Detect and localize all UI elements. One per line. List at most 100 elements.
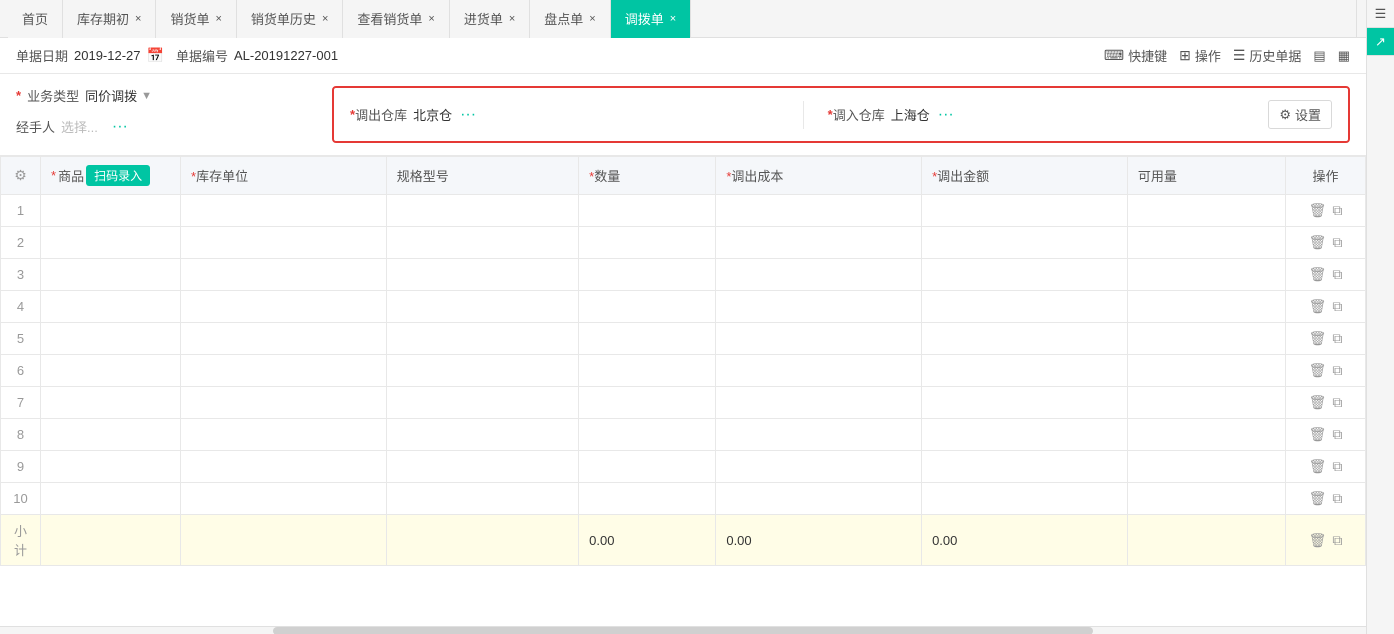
sidebar-export-icon[interactable]: ↗: [1367, 28, 1394, 56]
close-icon[interactable]: ×: [589, 13, 595, 25]
cell-goods[interactable]: [41, 195, 181, 227]
cell-goods[interactable]: [41, 419, 181, 451]
cell-qty[interactable]: [579, 483, 716, 515]
close-icon[interactable]: ×: [428, 13, 434, 25]
cell-qty[interactable]: [579, 387, 716, 419]
cell-amount[interactable]: [922, 291, 1128, 323]
cell-cost[interactable]: [716, 291, 922, 323]
delete-row-icon[interactable]: 🗑: [1309, 330, 1327, 347]
cell-spec[interactable]: [386, 387, 578, 419]
sidebar-list-icon[interactable]: ☰: [1367, 0, 1394, 28]
cell-goods[interactable]: [41, 387, 181, 419]
cell-goods[interactable]: [41, 259, 181, 291]
delete-row-icon[interactable]: 🗑: [1309, 490, 1327, 507]
delete-row-icon[interactable]: 🗑: [1309, 362, 1327, 379]
cell-cost[interactable]: [716, 419, 922, 451]
cell-cost[interactable]: [716, 355, 922, 387]
cell-goods[interactable]: [41, 515, 181, 566]
copy-row-icon[interactable]: ⧉: [1332, 266, 1342, 283]
warehouse-out-value[interactable]: 北京仓: [413, 105, 452, 124]
dropdown-arrow-icon[interactable]: ▼: [141, 90, 152, 102]
cell-spec[interactable]: [386, 323, 578, 355]
delete-row-icon[interactable]: 🗑: [1309, 202, 1327, 219]
delete-row-icon[interactable]: 🗑: [1309, 234, 1327, 251]
cell-qty[interactable]: [579, 355, 716, 387]
copy-row-icon[interactable]: ⧉: [1332, 532, 1342, 549]
scan-button[interactable]: 扫码录入: [86, 165, 150, 186]
tab-home[interactable]: 首页: [8, 0, 63, 38]
cell-qty[interactable]: [579, 291, 716, 323]
delete-row-icon[interactable]: 🗑: [1309, 266, 1327, 283]
ops-button[interactable]: ⊞ 操作: [1179, 46, 1221, 65]
copy-row-icon[interactable]: ⧉: [1332, 426, 1342, 443]
delete-row-icon[interactable]: 🗑: [1309, 532, 1327, 549]
cell-qty[interactable]: [579, 451, 716, 483]
cell-goods[interactable]: [41, 451, 181, 483]
cell-unit[interactable]: [181, 259, 387, 291]
delete-row-icon[interactable]: 🗑: [1309, 458, 1327, 475]
close-icon[interactable]: ×: [135, 13, 141, 25]
cell-spec[interactable]: [386, 259, 578, 291]
cell-goods[interactable]: [41, 355, 181, 387]
cell-unit[interactable]: [181, 195, 387, 227]
tab-stocktake[interactable]: 盘点单 ×: [530, 0, 610, 38]
cell-spec[interactable]: [386, 419, 578, 451]
cell-qty[interactable]: [579, 227, 716, 259]
close-icon[interactable]: ×: [670, 13, 676, 25]
cell-amount[interactable]: [922, 419, 1128, 451]
cell-amount[interactable]: [922, 323, 1128, 355]
cell-cost[interactable]: 0.00: [716, 515, 922, 566]
layout-button-2[interactable]: ▦: [1338, 48, 1350, 64]
copy-row-icon[interactable]: ⧉: [1332, 330, 1342, 347]
cell-qty[interactable]: [579, 259, 716, 291]
delete-row-icon[interactable]: 🗑: [1309, 394, 1327, 411]
cell-amount[interactable]: [922, 355, 1128, 387]
cell-unit[interactable]: [181, 227, 387, 259]
cell-spec[interactable]: [386, 483, 578, 515]
business-type-dropdown[interactable]: 同价调拨 ▼: [85, 86, 152, 105]
copy-row-icon[interactable]: ⧉: [1332, 362, 1342, 379]
copy-row-icon[interactable]: ⧉: [1332, 394, 1342, 411]
cell-qty[interactable]: 0.00: [579, 515, 716, 566]
tab-sales-history[interactable]: 销货单历史 ×: [237, 0, 343, 38]
cell-amount[interactable]: 0.00: [922, 515, 1128, 566]
gear-icon[interactable]: ⚙: [14, 167, 27, 183]
cell-amount[interactable]: [922, 451, 1128, 483]
cell-unit[interactable]: [181, 387, 387, 419]
handler-more-icon[interactable]: ···: [112, 118, 128, 136]
col-gear[interactable]: ⚙: [1, 157, 41, 195]
cell-unit[interactable]: [181, 451, 387, 483]
tab-inventory-init[interactable]: 库存期初 ×: [63, 0, 156, 38]
warehouse-in-more-icon[interactable]: ···: [938, 106, 954, 124]
cell-unit[interactable]: [181, 323, 387, 355]
warehouse-out-more-icon[interactable]: ···: [460, 106, 476, 124]
layout-button-1[interactable]: ▤: [1313, 48, 1325, 64]
cell-qty[interactable]: [579, 419, 716, 451]
tab-transfer[interactable]: 调拨单 ×: [611, 0, 691, 38]
cell-goods[interactable]: [41, 483, 181, 515]
cell-goods[interactable]: [41, 323, 181, 355]
copy-row-icon[interactable]: ⧉: [1332, 202, 1342, 219]
cell-cost[interactable]: [716, 483, 922, 515]
cell-cost[interactable]: [716, 259, 922, 291]
cell-spec[interactable]: [386, 291, 578, 323]
close-icon[interactable]: ×: [215, 13, 221, 25]
cell-unit[interactable]: [181, 419, 387, 451]
cell-amount[interactable]: [922, 259, 1128, 291]
cell-cost[interactable]: [716, 195, 922, 227]
copy-row-icon[interactable]: ⧉: [1332, 298, 1342, 315]
close-icon[interactable]: ×: [322, 13, 328, 25]
tab-view-sales[interactable]: 查看销货单 ×: [343, 0, 449, 38]
calendar-icon[interactable]: 📅: [147, 47, 164, 64]
cell-cost[interactable]: [716, 387, 922, 419]
scrollbar-thumb[interactable]: [273, 627, 1093, 634]
cell-cost[interactable]: [716, 451, 922, 483]
tab-sales-order[interactable]: 销货单 ×: [156, 0, 236, 38]
cell-spec[interactable]: [386, 355, 578, 387]
cell-spec[interactable]: [386, 195, 578, 227]
cell-amount[interactable]: [922, 195, 1128, 227]
cell-cost[interactable]: [716, 227, 922, 259]
cell-unit[interactable]: [181, 291, 387, 323]
cell-amount[interactable]: [922, 227, 1128, 259]
scrollbar-track[interactable]: [0, 626, 1366, 634]
